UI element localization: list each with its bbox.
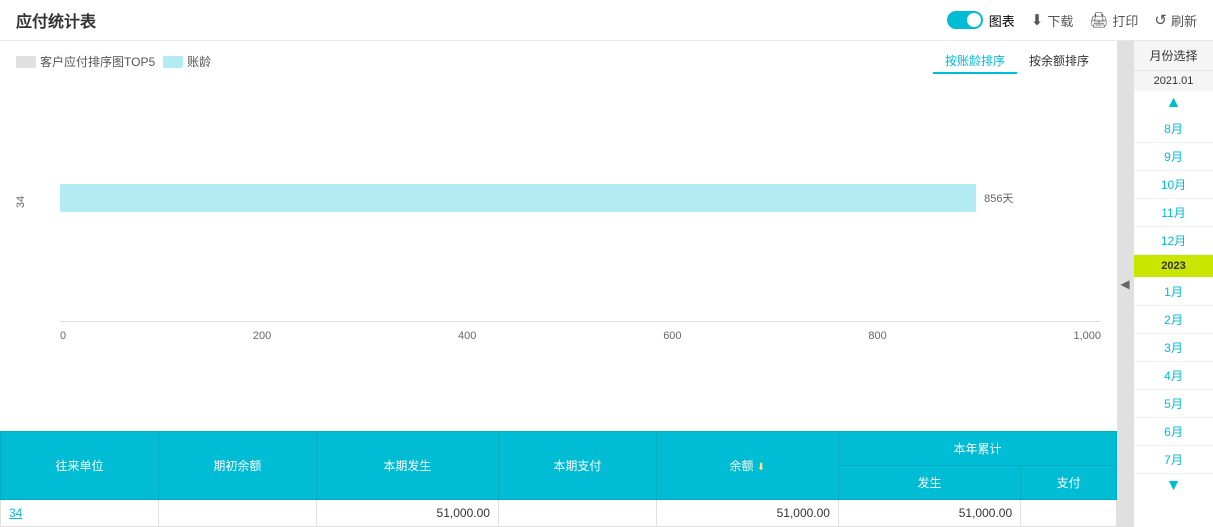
x-tick-2: 400 bbox=[458, 330, 476, 342]
sidebar-month-12[interactable]: 12月 bbox=[1134, 227, 1213, 255]
legend-label-1: 账龄 bbox=[187, 53, 211, 70]
print-button[interactable]: 🖨 打印 bbox=[1089, 11, 1138, 30]
th-ytd-occ: 发生 bbox=[838, 466, 1020, 500]
bar-chart-wrapper: 34 856天 0 200 400 600 800 bbox=[0, 82, 1117, 401]
sort-tab-balance[interactable]: 按余额排序 bbox=[1017, 49, 1101, 74]
th-current-occ: 本期发生 bbox=[316, 432, 498, 500]
sidebar-month-7[interactable]: 7月 bbox=[1134, 446, 1213, 474]
table-row: 34 51,000.00 51,000.00 51,000.00 bbox=[1, 500, 1117, 527]
x-axis-line bbox=[60, 321, 1101, 322]
sidebar-month-6[interactable]: 6月 bbox=[1134, 418, 1213, 446]
legend-color-0 bbox=[16, 56, 36, 68]
bar-row-0: 856天 bbox=[60, 184, 1101, 212]
header: 应付统计表 图表 ⬇ 下载 🖨 打印 ↺ 刷新 bbox=[0, 0, 1213, 41]
sidebar-month-4[interactable]: 4月 bbox=[1134, 362, 1213, 390]
app-container: 应付统计表 图表 ⬇ 下载 🖨 打印 ↺ 刷新 bbox=[0, 0, 1213, 527]
print-icon: 🖨 bbox=[1089, 11, 1108, 29]
chart-toggle[interactable] bbox=[947, 11, 983, 29]
sidebar-month-10[interactable]: 10月 bbox=[1134, 171, 1213, 199]
sidebar-year-input[interactable] bbox=[1134, 71, 1213, 91]
sidebar-month-11[interactable]: 11月 bbox=[1134, 199, 1213, 227]
x-tick-3: 600 bbox=[663, 330, 681, 342]
data-table: 往来单位 期初余额 本期发生 本期支付 余额 ⬇ 本年累计 发生 bbox=[0, 431, 1117, 527]
bar-0 bbox=[60, 184, 976, 212]
download-button[interactable]: ⬇ 下载 bbox=[1031, 11, 1074, 30]
th-ytd-group: 本年累计 bbox=[838, 432, 1116, 466]
td-ytd-occ: 51,000.00 bbox=[838, 500, 1020, 527]
legend-item-0: 客户应付排序图TOP5 bbox=[16, 53, 155, 70]
sidebar-months-list: 8月 9月 10月 11月 12月 2023 1月 2月 3月 4月 5月 6月… bbox=[1134, 115, 1213, 474]
balance-icon: ⬇ bbox=[757, 462, 765, 473]
sidebar-month-5[interactable]: 5月 bbox=[1134, 390, 1213, 418]
main-content: 客户应付排序图TOP5 账龄 按账龄排序 按余额排序 34 bbox=[0, 41, 1213, 527]
sidebar-down-button[interactable] bbox=[1134, 474, 1213, 498]
x-axis-ticks: 0 200 400 600 800 1,000 bbox=[60, 330, 1101, 342]
chart-header: 客户应付排序图TOP5 账龄 按账龄排序 按余额排序 bbox=[0, 41, 1117, 82]
sidebar-header: 月份选择 bbox=[1134, 41, 1213, 71]
x-tick-0: 0 bbox=[60, 330, 66, 342]
chart-legend: 客户应付排序图TOP5 账龄 bbox=[16, 53, 211, 70]
legend-color-1 bbox=[163, 56, 183, 68]
td-unit[interactable]: 34 bbox=[1, 500, 159, 527]
td-ytd-pay bbox=[1021, 500, 1117, 527]
header-actions: 图表 ⬇ 下载 🖨 打印 ↺ 刷新 bbox=[947, 11, 1197, 30]
sidebar-year-2023[interactable]: 2023 bbox=[1134, 255, 1213, 278]
sidebar-up-button[interactable] bbox=[1134, 91, 1213, 115]
legend-item-1: 账龄 bbox=[163, 53, 211, 70]
right-sidebar: 月份选择 8月 9月 10月 11月 12月 2023 1月 2月 3月 4月 … bbox=[1133, 41, 1213, 527]
x-tick-4: 800 bbox=[868, 330, 886, 342]
y-axis-label: 34 bbox=[15, 195, 27, 207]
table-area: 往来单位 期初余额 本期发生 本期支付 余额 ⬇ 本年累计 发生 bbox=[0, 431, 1117, 527]
td-current-occ: 51,000.00 bbox=[316, 500, 498, 527]
sidebar-collapse-arrow[interactable]: ◀ bbox=[1117, 41, 1133, 527]
chart-sort-tabs: 按账龄排序 按余额排序 bbox=[933, 49, 1101, 74]
legend-label-0: 客户应付排序图TOP5 bbox=[40, 53, 155, 70]
td-current-pay bbox=[498, 500, 656, 527]
th-unit: 往来单位 bbox=[1, 432, 159, 500]
download-icon: ⬇ bbox=[1031, 11, 1044, 29]
td-balance: 51,000.00 bbox=[656, 500, 838, 527]
page-title: 应付统计表 bbox=[16, 8, 96, 32]
sort-tab-age[interactable]: 按账龄排序 bbox=[933, 49, 1017, 74]
bar-end-label-0: 856天 bbox=[984, 190, 1013, 206]
chevron-down-icon bbox=[1166, 477, 1182, 495]
sidebar-month-2[interactable]: 2月 bbox=[1134, 306, 1213, 334]
bar-chart-inner: 34 856天 0 200 400 600 800 bbox=[60, 92, 1101, 322]
chart-toggle-label: 图表 bbox=[989, 11, 1015, 30]
refresh-button[interactable]: ↺ 刷新 bbox=[1154, 11, 1197, 30]
th-balance: 余额 ⬇ bbox=[656, 432, 838, 500]
x-tick-5: 1,000 bbox=[1073, 330, 1101, 342]
chevron-up-icon bbox=[1166, 94, 1182, 112]
x-tick-1: 200 bbox=[253, 330, 271, 342]
td-opening bbox=[158, 500, 316, 527]
chart-area: 客户应付排序图TOP5 账龄 按账龄排序 按余额排序 34 bbox=[0, 41, 1117, 527]
sidebar-month-3[interactable]: 3月 bbox=[1134, 334, 1213, 362]
chart-toggle-group: 图表 bbox=[947, 11, 1015, 30]
refresh-icon: ↺ bbox=[1154, 11, 1167, 29]
th-opening: 期初余额 bbox=[158, 432, 316, 500]
sidebar-month-1[interactable]: 1月 bbox=[1134, 278, 1213, 306]
th-ytd-pay: 支付 bbox=[1021, 466, 1117, 500]
sidebar-month-8[interactable]: 8月 bbox=[1134, 115, 1213, 143]
sidebar-month-9[interactable]: 9月 bbox=[1134, 143, 1213, 171]
th-current-pay: 本期支付 bbox=[498, 432, 656, 500]
